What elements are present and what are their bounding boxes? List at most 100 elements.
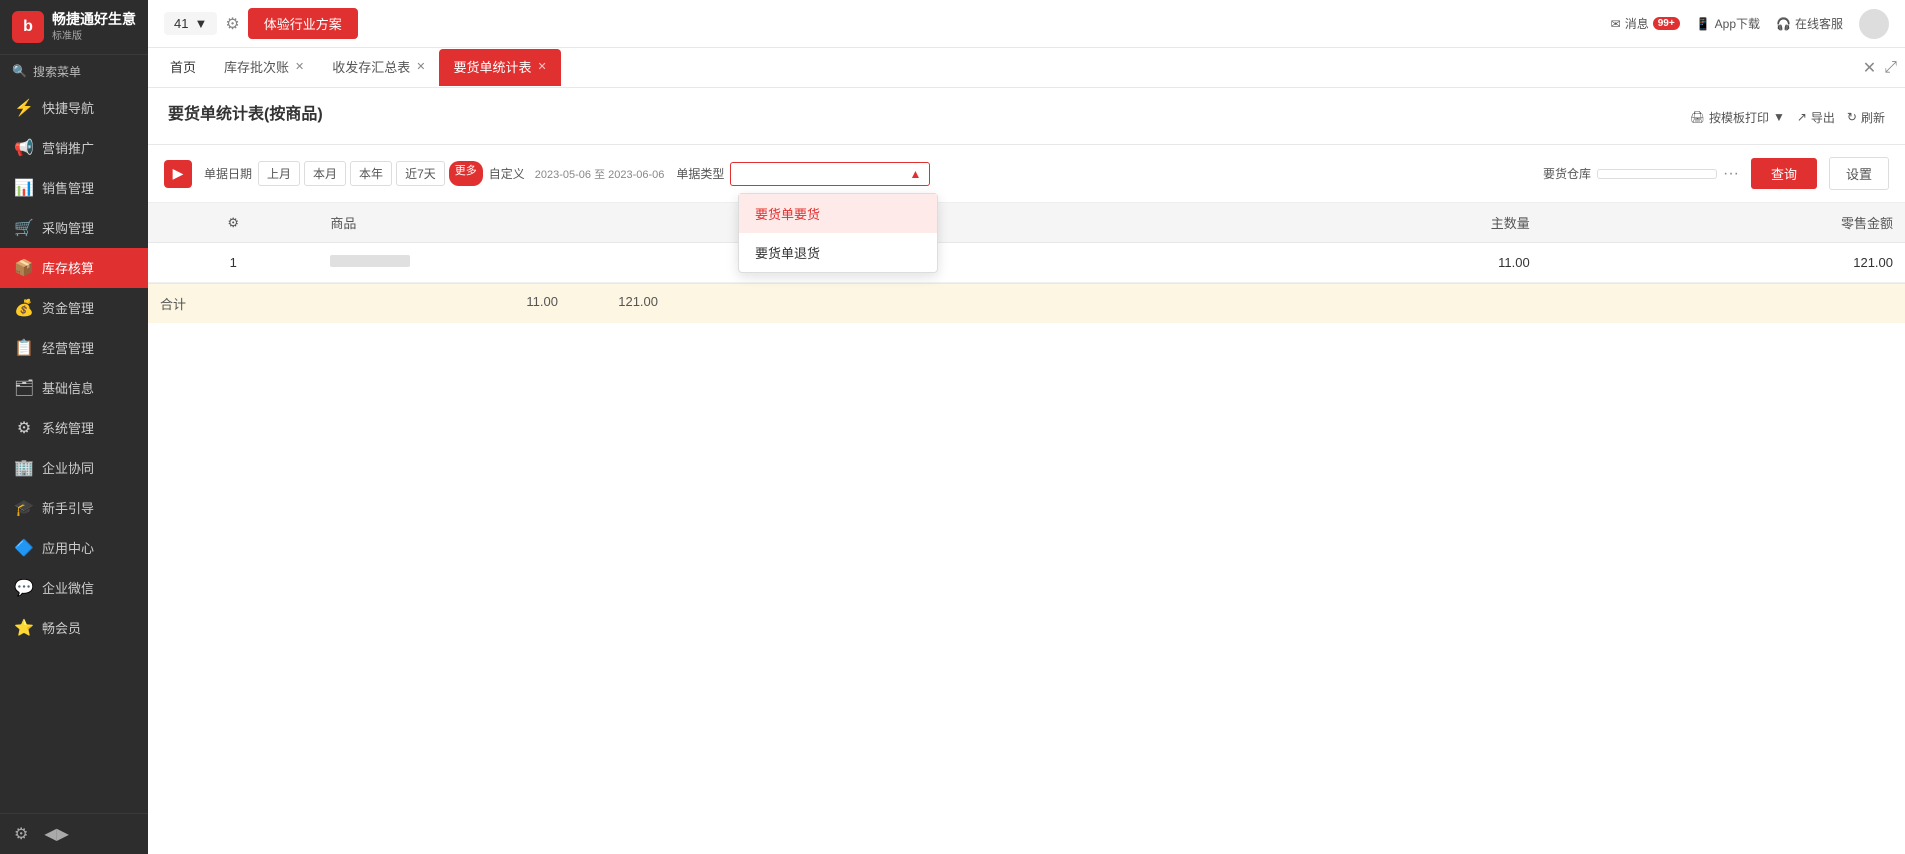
btn-last-month[interactable]: 上月	[258, 161, 300, 186]
sidebar-item-marketing[interactable]: 📢 营销推广	[0, 128, 148, 168]
main-area: 41 ▼ ⚙ 体验行业方案 ✉ 消息 99+ 📱 App下载 🎧 在线客服	[148, 0, 1905, 854]
search-icon: 🔍	[12, 64, 27, 78]
topbar-settings-icon[interactable]: ⚙	[225, 14, 239, 34]
btn-this-month[interactable]: 本月	[304, 161, 346, 186]
btn-last-7-days[interactable]: 近7天	[396, 161, 445, 186]
tab-recv-summary[interactable]: 收发存汇总表 ✕	[318, 49, 439, 86]
tabs-bar: 首页 库存批次账 ✕ 收发存汇总表 ✕ 要货单统计表 ✕ ✕ ⤢	[148, 48, 1905, 88]
trial-btn[interactable]: 体验行业方案	[248, 8, 358, 39]
footer-qty: 11.00	[470, 294, 570, 313]
enterprise-icon: 🏢	[14, 458, 34, 478]
operation-icon: 📋	[14, 338, 34, 358]
purchase-icon: 🛒	[14, 218, 34, 238]
wechat-icon: 💬	[14, 578, 34, 598]
sidebar-item-wechat[interactable]: 💬 企业微信	[0, 568, 148, 608]
export-icon: ↗	[1797, 110, 1807, 124]
date-range-display: 2023-05-06 至 2023-06-06	[535, 166, 665, 182]
tab-inventory-batch[interactable]: 库存批次账 ✕	[210, 49, 318, 86]
data-table: ⚙ 商品 主计量单位 主数量 零	[148, 203, 1905, 283]
date-filter-group: 单据日期 上月 本月 本年 近7天 更多 自定义 2023-05-06 至 20…	[204, 161, 664, 186]
type-dropdown: 要货单要货 要货单退货	[738, 193, 938, 273]
export-btn[interactable]: ↗ 导出	[1797, 109, 1835, 126]
close-inventory-batch-tab[interactable]: ✕	[295, 60, 304, 73]
sidebar-search[interactable]: 🔍 搜索菜单	[0, 55, 148, 88]
sidebar-item-system[interactable]: ⚙ 系统管理	[0, 408, 148, 448]
sidebar-item-quick-nav[interactable]: ⚡ 快捷导航	[0, 88, 148, 128]
tab-req-summary[interactable]: 要货单统计表 ✕	[439, 49, 560, 86]
col-settings-icon[interactable]: ⚙	[227, 215, 239, 230]
refresh-btn[interactable]: ↻ 刷新	[1847, 109, 1885, 126]
sidebar-item-operation[interactable]: 📋 经营管理	[0, 328, 148, 368]
warehouse-select[interactable]	[1597, 169, 1717, 179]
logo-icon: b	[12, 11, 44, 43]
refresh-icon: ↻	[1847, 110, 1857, 124]
col-amount: 零售金额	[1542, 203, 1905, 243]
user-avatar[interactable]	[1859, 9, 1889, 39]
app-icon: 📱	[1696, 17, 1711, 31]
sidebar-item-appstore[interactable]: 🔷 应用中心	[0, 528, 148, 568]
date-custom-btn[interactable]: 自定义	[489, 165, 525, 182]
footer-settings-btn[interactable]: ⚙	[14, 824, 28, 844]
sidebar-footer: ⚙ ◀▶	[0, 813, 148, 854]
footer-unit	[370, 294, 470, 313]
table-header-row: ⚙ 商品 主计量单位 主数量 零	[148, 203, 1905, 243]
type-select[interactable]: ▲	[730, 162, 930, 186]
sidebar-item-sales[interactable]: 📊 销售管理	[0, 168, 148, 208]
topbar-left: 41 ▼ ⚙ 体验行业方案	[164, 8, 1599, 39]
row-amount: 121.00	[1542, 243, 1905, 283]
print-btn[interactable]: 🖨 按模板打印 ▼	[1690, 109, 1785, 126]
member-icon: ⭐	[14, 618, 34, 638]
print-chevron-icon: ▼	[1773, 110, 1785, 124]
sidebar-item-enterprise[interactable]: 🏢 企业协同	[0, 448, 148, 488]
date-more-badge[interactable]: 更多	[449, 161, 483, 186]
table-wrap: ⚙ 商品 主计量单位 主数量 零	[148, 203, 1905, 283]
settings-btn[interactable]: 设置	[1829, 157, 1889, 190]
app-download-btn[interactable]: 📱 App下载	[1696, 15, 1760, 32]
type-filter-group: 单据类型 ▲	[676, 162, 1531, 186]
quick-nav-icon: ⚡	[14, 98, 34, 118]
topbar-right: ✉ 消息 99+ 📱 App下载 🎧 在线客服	[1611, 9, 1889, 39]
maximize-btn[interactable]: ⤢	[1884, 59, 1897, 77]
close-req-summary-tab[interactable]: ✕	[538, 60, 547, 73]
footer-label: 合计	[160, 294, 370, 313]
sidebar-item-finance[interactable]: 💰 资金管理	[0, 288, 148, 328]
sidebar-item-member[interactable]: ⭐ 畅会员	[0, 608, 148, 648]
table-footer: 合计 11.00 121.00	[148, 283, 1905, 323]
store-selector[interactable]: 41 ▼	[164, 12, 217, 35]
col-qty: 主数量	[1241, 203, 1542, 243]
dropdown-item-req-return[interactable]: 要货单退货	[739, 233, 937, 272]
warehouse-filter-group: 要货仓库 ···	[1543, 165, 1739, 183]
page-content: 要货单统计表(按商品) 🖨 按模板打印 ▼ ↗ 导出 ↻ 刷新	[148, 88, 1905, 854]
type-chevron-up-icon: ▲	[910, 167, 922, 181]
appstore-icon: 🔷	[14, 538, 34, 558]
sidebar-logo: b 畅捷通好生意 标准版	[0, 0, 148, 55]
print-icon: 🖨	[1690, 110, 1705, 124]
close-recv-summary-tab[interactable]: ✕	[416, 60, 425, 73]
inventory-icon: 📦	[14, 258, 34, 278]
col-settings: ⚙	[148, 203, 318, 243]
sidebar-item-purchase[interactable]: 🛒 采购管理	[0, 208, 148, 248]
query-btn[interactable]: 查询	[1751, 158, 1817, 189]
sidebar: b 畅捷通好生意 标准版 🔍 搜索菜单 ⚡ 快捷导航 📢 营销推广 📊 销售管理…	[0, 0, 148, 854]
sidebar-item-base[interactable]: 🗂 基础信息	[0, 368, 148, 408]
product-placeholder	[330, 255, 410, 267]
service-btn[interactable]: 🎧 在线客服	[1776, 15, 1843, 32]
sidebar-item-inventory[interactable]: 📦 库存核算	[0, 248, 148, 288]
footer-collapse-btn[interactable]: ◀▶	[44, 824, 69, 844]
base-icon: 🗂	[14, 378, 34, 398]
sidebar-item-guide[interactable]: 🎓 新手引导	[0, 488, 148, 528]
dropdown-item-req-order[interactable]: 要货单要货	[739, 194, 937, 233]
filter-bar: ▶ 单据日期 上月 本月 本年 近7天 更多 自定义 2023-05-06 至 …	[148, 145, 1905, 203]
msg-icon: ✉	[1611, 17, 1621, 31]
chevron-down-icon: ▼	[194, 16, 207, 31]
marketing-icon: 📢	[14, 138, 34, 158]
filter-expand-btn[interactable]: ▶	[164, 160, 192, 188]
sales-icon: 📊	[14, 178, 34, 198]
type-input[interactable]	[739, 167, 909, 181]
close-all-tabs-btn[interactable]: ✕	[1863, 58, 1876, 78]
more-filter-btn[interactable]: ···	[1723, 165, 1739, 183]
btn-this-year[interactable]: 本年	[350, 161, 392, 186]
page-title: 要货单统计表(按商品)	[168, 100, 323, 124]
msg-btn[interactable]: ✉ 消息 99+	[1611, 15, 1680, 32]
tab-home[interactable]: 首页	[156, 49, 210, 86]
